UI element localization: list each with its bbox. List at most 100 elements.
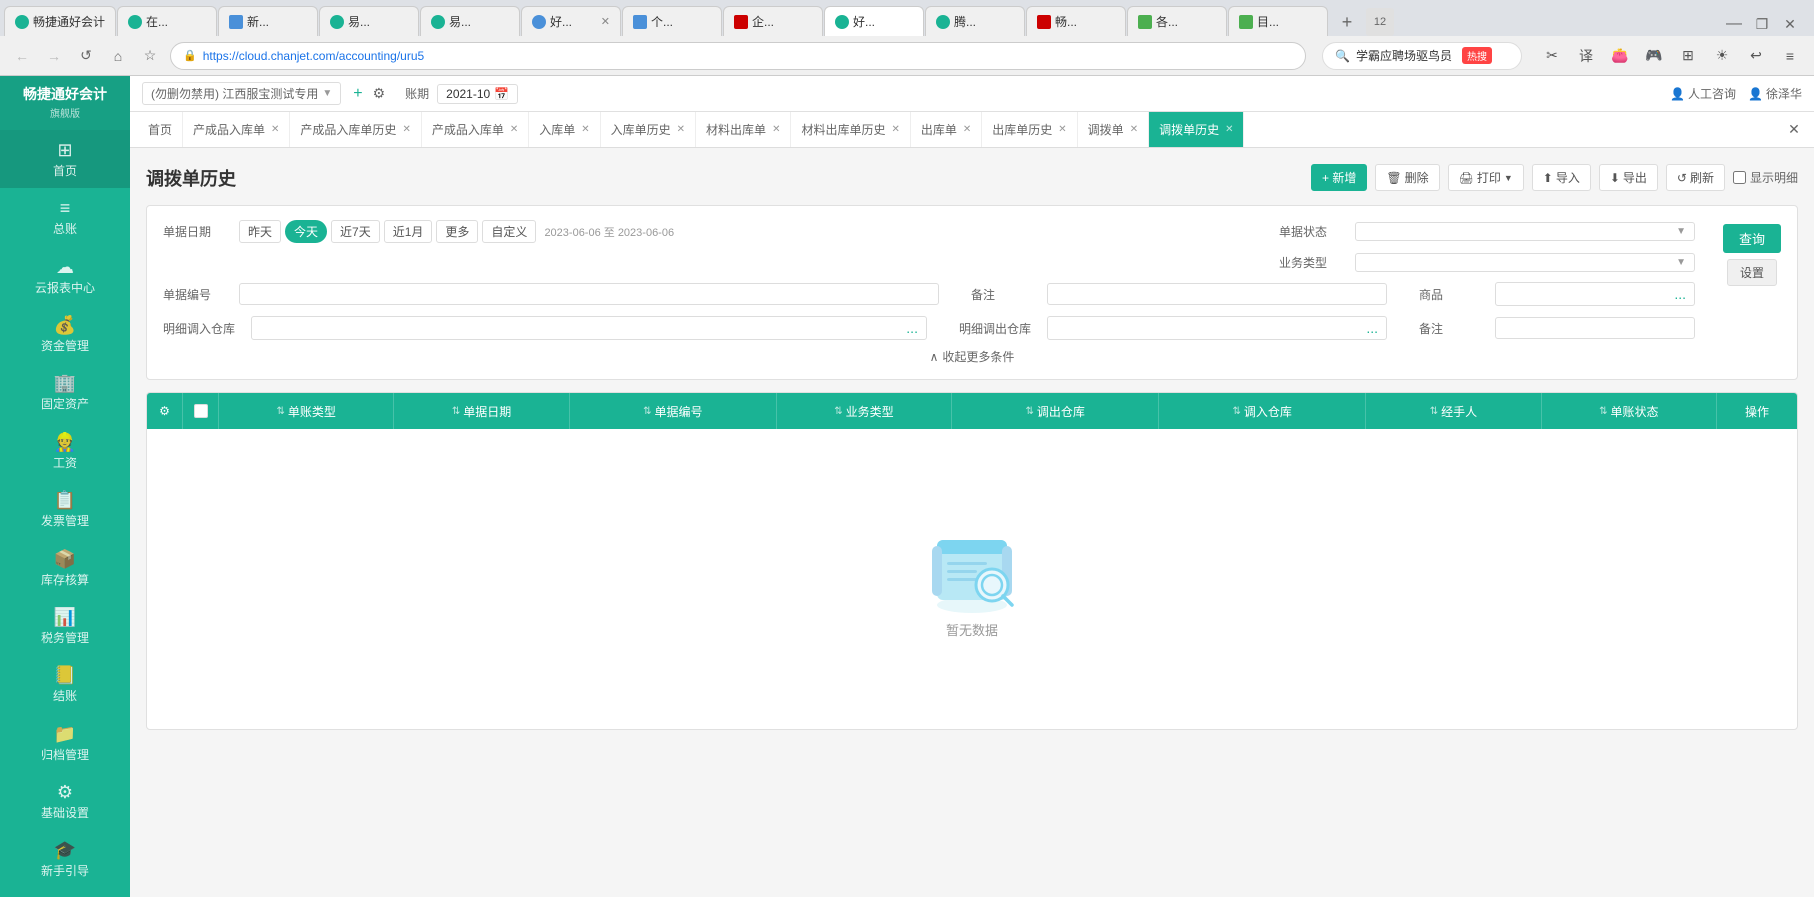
sidebar-item-inventory[interactable]: 📦 库存核算 [0, 539, 130, 597]
delete-btn[interactable]: 🗑 删除 [1375, 164, 1439, 191]
sidebar-item-guide[interactable]: 🎓 新手引导 [0, 830, 130, 888]
page-tab-6[interactable]: 材料出库单 ✕ [696, 112, 791, 148]
query-btn[interactable]: 查询 [1723, 224, 1781, 253]
page-tab-9[interactable]: 出库单历史 ✕ [982, 112, 1077, 148]
back-btn[interactable]: ← [10, 44, 34, 68]
new-btn[interactable]: + 新增 [1311, 164, 1367, 191]
extensions-icon[interactable]: ✂ [1538, 42, 1566, 70]
page-tab-8-close[interactable]: ✕ [963, 124, 971, 135]
display-switch[interactable]: 显示明细 [1733, 169, 1798, 186]
display-checkbox[interactable] [1733, 171, 1746, 184]
page-tab-11[interactable]: 调拨单历史 ✕ [1149, 112, 1244, 148]
sidebar-item-archive[interactable]: 📁 归档管理 [0, 714, 130, 772]
th-status[interactable]: ⇅ 单账状态 [1542, 393, 1717, 429]
tab-close-5[interactable]: ✕ [601, 15, 610, 28]
browser-tab-12[interactable]: 目... [1228, 6, 1328, 36]
close-all-tabs-btn[interactable]: ✕ [1782, 118, 1806, 142]
tab-count-badge[interactable]: 12 [1366, 8, 1394, 36]
page-tab-5-close[interactable]: ✕ [677, 124, 685, 135]
page-tab-home[interactable]: 首页 [138, 112, 183, 148]
page-tab-10[interactable]: 调拨单 ✕ [1078, 112, 1149, 148]
th-biz[interactable]: ⇅ 业务类型 [777, 393, 952, 429]
date-btn-custom[interactable]: 自定义 [482, 220, 536, 243]
sidebar-item-ledger[interactable]: ≡ 总账 [0, 188, 130, 246]
url-bar[interactable]: 🔒 https://cloud.chanjet.com/accounting/u… [170, 42, 1306, 70]
page-tab-7[interactable]: 材料出库单历史 ✕ [791, 112, 910, 148]
game-icon[interactable]: 🎮 [1640, 42, 1668, 70]
remark-filter-input[interactable] [1047, 283, 1387, 305]
sidebar-item-settings[interactable]: ⚙ 基础设置 [0, 772, 130, 830]
date-btn-yesterday[interactable]: 昨天 [239, 220, 281, 243]
page-tab-2[interactable]: 产成品入库单历史 ✕ [290, 112, 421, 148]
th-in[interactable]: ⇅ 调入仓库 [1159, 393, 1366, 429]
page-tab-4-close[interactable]: ✕ [581, 124, 589, 135]
biz-type-select[interactable]: ▼ [1355, 253, 1695, 272]
browser-tab-4[interactable]: 易... [420, 6, 520, 36]
sidebar-item-funds[interactable]: 💰 资金管理 [0, 305, 130, 363]
browser-tab-0[interactable]: 畅捷通好会计 [4, 6, 116, 36]
status-select[interactable]: ▼ [1355, 222, 1695, 241]
detail-out-select[interactable]: ... [1047, 316, 1387, 340]
new-tab-btn[interactable]: + [1333, 8, 1361, 36]
goods-select[interactable]: ... [1495, 282, 1695, 306]
browser-tab-5[interactable]: 好... ✕ [521, 6, 621, 36]
remark2-filter-input[interactable] [1495, 317, 1695, 339]
browser-tab-11[interactable]: 各... [1127, 6, 1227, 36]
import-btn[interactable]: ⬆ 导入 [1532, 164, 1591, 191]
th-handler[interactable]: ⇅ 经手人 [1366, 393, 1541, 429]
browser-search-bar[interactable]: 🔍 学霸应聘场驱鸟员 热搜 [1322, 42, 1522, 70]
user-btn[interactable]: 👤 徐泽华 [1748, 85, 1802, 102]
print-btn[interactable]: 🖨 打印 ▼ [1448, 164, 1524, 191]
maximize-btn[interactable]: ❐ [1750, 12, 1774, 36]
collapse-bar[interactable]: ∧ 收起更多条件 [163, 348, 1781, 365]
service-btn[interactable]: 👤 人工咨询 [1670, 85, 1736, 102]
th-number[interactable]: ⇅ 单据编号 [570, 393, 777, 429]
page-tab-5[interactable]: 入库单历史 ✕ [601, 112, 696, 148]
refresh-btn[interactable]: ↺ 刷新 [1666, 164, 1725, 191]
sidebar-item-cloud-report[interactable]: ☁ 云报表中心 [0, 247, 130, 305]
forward-btn[interactable]: → [42, 44, 66, 68]
filter-settings-btn[interactable]: 设置 [1727, 259, 1777, 286]
th-type[interactable]: ⇅ 单账类型 [219, 393, 394, 429]
bookmark-btn[interactable]: ☆ [138, 44, 162, 68]
th-out[interactable]: ⇅ 调出仓库 [952, 393, 1159, 429]
page-tab-3[interactable]: 产成品入库单 ✕ [422, 112, 529, 148]
sidebar-item-vip[interactable]: V 畅会员 [0, 889, 130, 897]
browser-tab-1[interactable]: 在... [117, 6, 217, 36]
page-tab-1-close[interactable]: ✕ [271, 124, 279, 135]
detail-in-select[interactable]: ... [251, 316, 927, 340]
page-tab-8[interactable]: 出库单 ✕ [911, 112, 982, 148]
page-tab-7-close[interactable]: ✕ [891, 124, 899, 135]
close-btn[interactable]: ✕ [1778, 12, 1802, 36]
page-tab-1[interactable]: 产成品入库单 ✕ [183, 112, 290, 148]
page-tab-6-close[interactable]: ✕ [772, 124, 780, 135]
browser-tab-7[interactable]: 企... [723, 6, 823, 36]
sidebar-item-tax[interactable]: 📊 税务管理 [0, 597, 130, 655]
th-checkbox[interactable] [183, 393, 219, 429]
page-tab-9-close[interactable]: ✕ [1058, 124, 1066, 135]
export-btn[interactable]: ⬇ 导出 [1599, 164, 1658, 191]
brightness-icon[interactable]: ☀ [1708, 42, 1736, 70]
page-tab-3-close[interactable]: ✕ [510, 124, 518, 135]
sidebar-item-invoice[interactable]: 📋 发票管理 [0, 480, 130, 538]
period-value[interactable]: 2021-10 📅 [437, 84, 518, 104]
date-btn-today[interactable]: 今天 [285, 220, 327, 243]
undo-icon[interactable]: ↩ [1742, 42, 1770, 70]
sidebar-item-closing[interactable]: 📒 结账 [0, 655, 130, 713]
company-settings-icon[interactable]: ⚙ [373, 85, 386, 102]
sidebar-item-home[interactable]: ⊞ 首页 [0, 130, 130, 188]
company-selector[interactable]: (勿删勿禁用) 江西服宝测试专用 ▼ [142, 82, 341, 105]
page-tab-10-close[interactable]: ✕ [1130, 124, 1138, 135]
reload-btn[interactable]: ↺ [74, 44, 98, 68]
number-filter-input[interactable] [239, 283, 939, 305]
browser-tab-2[interactable]: 新... [218, 6, 318, 36]
add-company-btn[interactable]: + [353, 85, 362, 103]
browser-tab-6[interactable]: 个... [622, 6, 722, 36]
browser-tab-9[interactable]: 腾... [925, 6, 1025, 36]
browser-tab-8[interactable]: 好... [824, 6, 924, 36]
date-btn-7days[interactable]: 近7天 [331, 220, 380, 243]
grid-icon[interactable]: ⊞ [1674, 42, 1702, 70]
sidebar-item-assets[interactable]: 🏢 固定资产 [0, 363, 130, 421]
header-checkbox[interactable] [194, 404, 208, 418]
minimize-btn[interactable]: — [1722, 12, 1746, 36]
